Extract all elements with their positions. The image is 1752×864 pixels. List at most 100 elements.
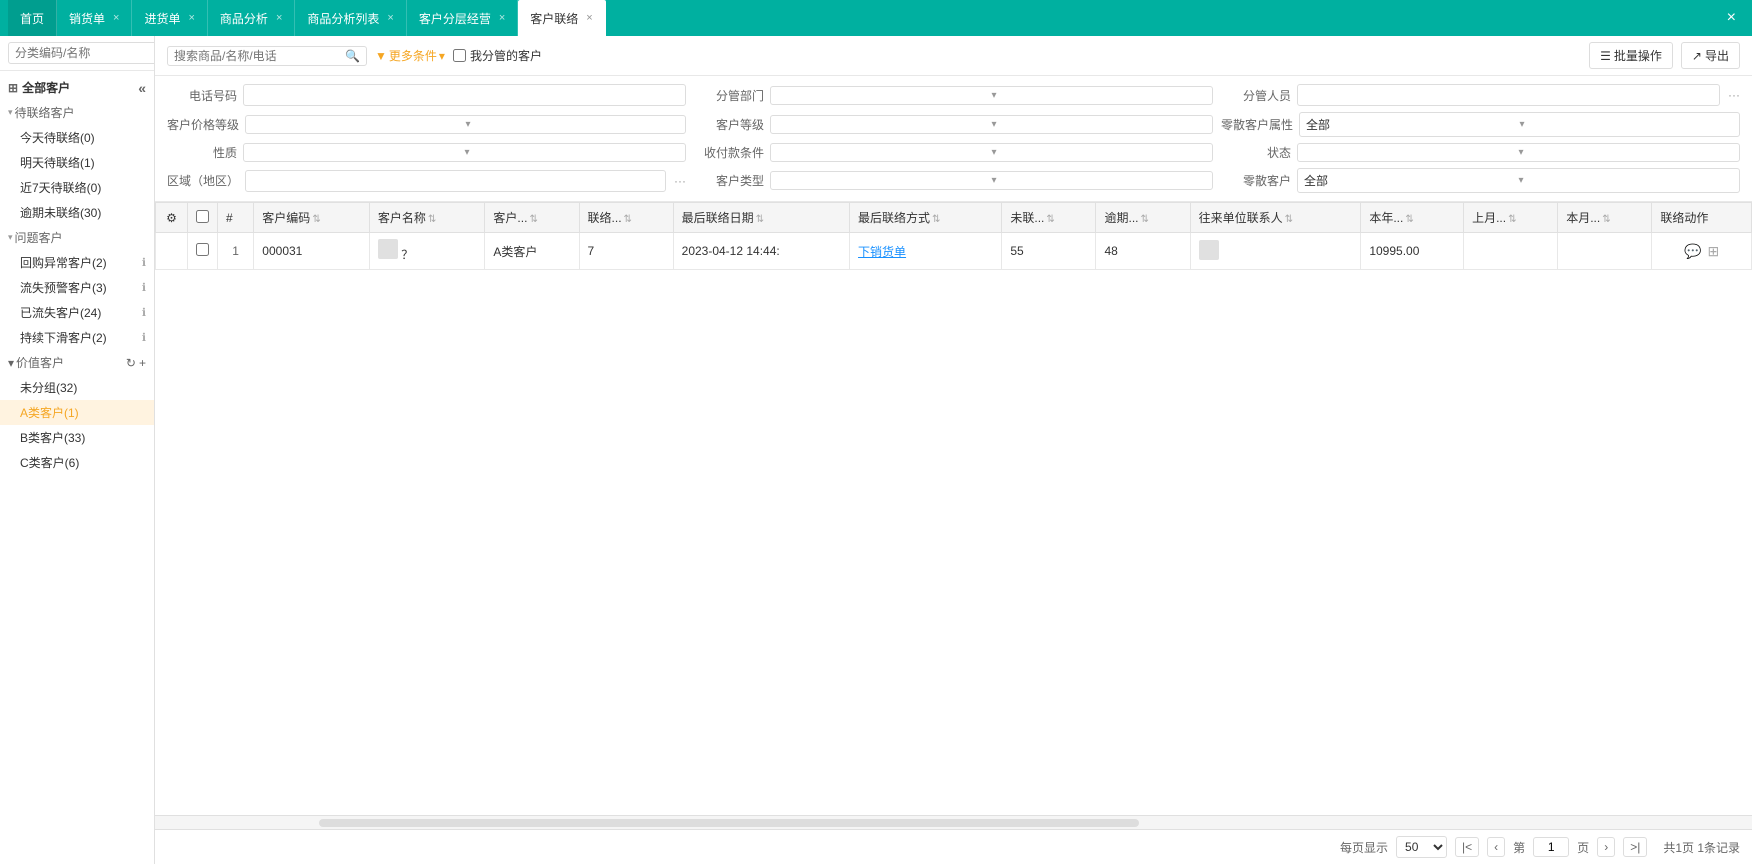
filter-select-scatter[interactable]: 全部 ▾ <box>1297 168 1740 193</box>
sidebar-search-input[interactable] <box>8 42 155 64</box>
filter-select-dept[interactable]: ▾ <box>770 86 1213 105</box>
footer-next-page-btn[interactable]: › <box>1597 837 1615 857</box>
sidebar-collapse-btn[interactable]: « <box>138 80 146 96</box>
sidebar-item-b-class[interactable]: B类客户(33) <box>0 425 154 450</box>
chat-icon[interactable]: 💬 <box>1684 243 1701 260</box>
batch-btn[interactable]: ☰ 批量操作 <box>1589 42 1673 69</box>
td-code: 000031 <box>254 233 370 270</box>
filter-row-person: 分管人员 ··· 查询 设置 <box>1221 84 1740 106</box>
sidebar-item-repurchase[interactable]: 回购异常客户(2) ℹ <box>0 250 154 275</box>
th-uncontacted[interactable]: 未联...⇅ <box>1002 203 1096 233</box>
th-name[interactable]: 客户名称⇅ <box>369 203 485 233</box>
th-last-month[interactable]: 上月...⇅ <box>1464 203 1558 233</box>
th-unit-contact[interactable]: 往来单位联系人⇅ <box>1190 203 1361 233</box>
sidebar-item-churned[interactable]: 已流失客户(24) ℹ <box>0 300 154 325</box>
filter-more-btn[interactable]: ▼ 更多条件 ▾ <box>375 47 445 64</box>
th-this-year[interactable]: 本年...⇅ <box>1361 203 1464 233</box>
filter-select-customer-type[interactable]: ▾ <box>770 171 1213 190</box>
filter-price-caret: ▾ <box>466 119 680 130</box>
filter-select-price-level[interactable]: ▾ <box>245 115 686 134</box>
tab-customer-contact-close[interactable]: × <box>586 12 592 24</box>
th-last-method[interactable]: 最后联络方式⇅ <box>850 203 1002 233</box>
sidebar-item-overdue[interactable]: 逾期未联络(30) <box>0 200 154 225</box>
filter-select-scatter-attr-val: 全部 <box>1306 116 1520 133</box>
footer-prev-page-btn[interactable]: ‹ <box>1487 837 1505 857</box>
footer-page-size-select[interactable]: 50 100 200 <box>1396 836 1447 858</box>
tab-purchase[interactable]: 进货单 × <box>132 0 207 36</box>
tab-goods-list-close[interactable]: × <box>387 12 393 24</box>
filter-person-dots[interactable]: ··· <box>1728 88 1740 102</box>
window-close-button[interactable]: × <box>1719 5 1744 31</box>
value-refresh-icon[interactable]: ↻ <box>126 356 136 370</box>
select-all-checkbox[interactable] <box>196 210 209 223</box>
sidebar-item-c-class[interactable]: C类客户(6) <box>0 450 154 475</box>
th-category[interactable]: 客户...⇅ <box>485 203 579 233</box>
th-overdue[interactable]: 逾期...⇅ <box>1096 203 1190 233</box>
table-footer: 每页显示 50 100 200 |< ‹ 第 页 › >| 共1页 1条记录 <box>155 829 1752 864</box>
filter-search-input[interactable] <box>174 49 341 63</box>
row-checkbox[interactable] <box>196 243 209 256</box>
footer-page-input[interactable] <box>1533 837 1569 857</box>
td-this-month <box>1558 233 1652 270</box>
filter-select-scatter-attr[interactable]: 全部 ▾ <box>1299 112 1740 137</box>
tab-purchase-close[interactable]: × <box>188 12 194 24</box>
pending-section-title[interactable]: ▾ 待联络客户 <box>0 100 154 125</box>
footer-last-page-btn[interactable]: >| <box>1623 837 1647 857</box>
tab-customer-seg[interactable]: 客户分层经营 × <box>407 0 518 36</box>
filter-label-status: 状态 <box>1221 144 1291 161</box>
td-this-year: 10995.00 <box>1361 233 1464 270</box>
tab-goods-list[interactable]: 商品分析列表 × <box>295 0 406 36</box>
filter-row-customer-type: 客户类型 ▾ <box>694 168 1213 193</box>
tab-customer-seg-close[interactable]: × <box>499 12 505 24</box>
tab-customer-contact[interactable]: 客户联络 × <box>518 0 605 36</box>
filter-select-customer-level[interactable]: ▾ <box>770 115 1213 134</box>
sidebar-item-a-class[interactable]: A类客户(1) <box>0 400 154 425</box>
footer-first-page-btn[interactable]: |< <box>1455 837 1479 857</box>
sidebar-item-7days[interactable]: 近7天待联络(0) <box>0 175 154 200</box>
th-contact-count[interactable]: 联络...⇅ <box>579 203 673 233</box>
sidebar-item-tomorrow-label: 明天待联络(1) <box>20 154 95 171</box>
th-this-month[interactable]: 本月...⇅ <box>1558 203 1652 233</box>
all-customers-label: 全部客户 <box>22 79 70 96</box>
export-label: 导出 <box>1705 47 1729 64</box>
filter-input-phone[interactable] <box>243 84 686 106</box>
tab-sales-label: 销货单 <box>69 10 105 27</box>
sidebar-item-declining-label: 持续下滑客户(2) <box>20 329 107 346</box>
filter-search-icon[interactable]: 🔍 <box>345 49 360 63</box>
tag-icon[interactable]: ⊞ <box>1708 243 1720 260</box>
sidebar-item-churn-warning[interactable]: 流失预警客户(3) ℹ <box>0 275 154 300</box>
filter-input-person[interactable] <box>1297 84 1720 106</box>
h-scrollbar[interactable] <box>319 819 1139 827</box>
export-btn[interactable]: ↗ 导出 <box>1681 42 1740 69</box>
problem-section-title[interactable]: ▾ 问题客户 <box>0 225 154 250</box>
filter-input-region[interactable] <box>245 170 666 192</box>
sidebar-item-tomorrow[interactable]: 明天待联络(1) <box>0 150 154 175</box>
sort-icon-contact: ⇅ <box>624 214 632 225</box>
filter-select-nature[interactable]: ▾ <box>243 143 686 162</box>
tab-home[interactable]: 首页 <box>8 0 57 36</box>
filter-select-payment[interactable]: ▾ <box>770 143 1213 162</box>
th-last-date[interactable]: 最后联络日期⇅ <box>673 203 849 233</box>
th-gear[interactable]: ⚙ <box>156 203 188 233</box>
td-checkbox[interactable] <box>188 233 218 270</box>
sidebar-item-ungroup[interactable]: 未分组(32) <box>0 375 154 400</box>
tab-sales-close[interactable]: × <box>113 12 119 24</box>
filter-row-scatter-attr: 零散客户属性 全部 ▾ <box>1221 112 1740 137</box>
td-last-method[interactable]: 下销货单 <box>850 233 1002 270</box>
value-add-icon[interactable]: + <box>139 356 146 370</box>
th-checkbox[interactable] <box>188 203 218 233</box>
my-customers-checkbox-wrap[interactable]: 我分管的客户 <box>453 47 542 64</box>
filter-search-wrap: 🔍 <box>167 46 367 66</box>
filter-region-dots[interactable]: ··· <box>674 174 686 188</box>
tab-goods-analysis[interactable]: 商品分析 × <box>208 0 295 36</box>
value-section-title[interactable]: ▾ 价值客户 ↻ + <box>0 350 154 375</box>
filter-select-status[interactable]: ▾ <box>1297 143 1740 162</box>
problem-triangle-icon: ▾ <box>8 232 13 243</box>
sidebar-item-declining[interactable]: 持续下滑客户(2) ℹ <box>0 325 154 350</box>
sidebar-item-today[interactable]: 今天待联络(0) <box>0 125 154 150</box>
my-customers-checkbox[interactable] <box>453 49 466 62</box>
th-code[interactable]: 客户编码⇅ <box>254 203 370 233</box>
tab-goods-analysis-close[interactable]: × <box>276 12 282 24</box>
tab-sales[interactable]: 销货单 × <box>57 0 132 36</box>
sort-icon-uncontacted: ⇅ <box>1046 214 1054 225</box>
